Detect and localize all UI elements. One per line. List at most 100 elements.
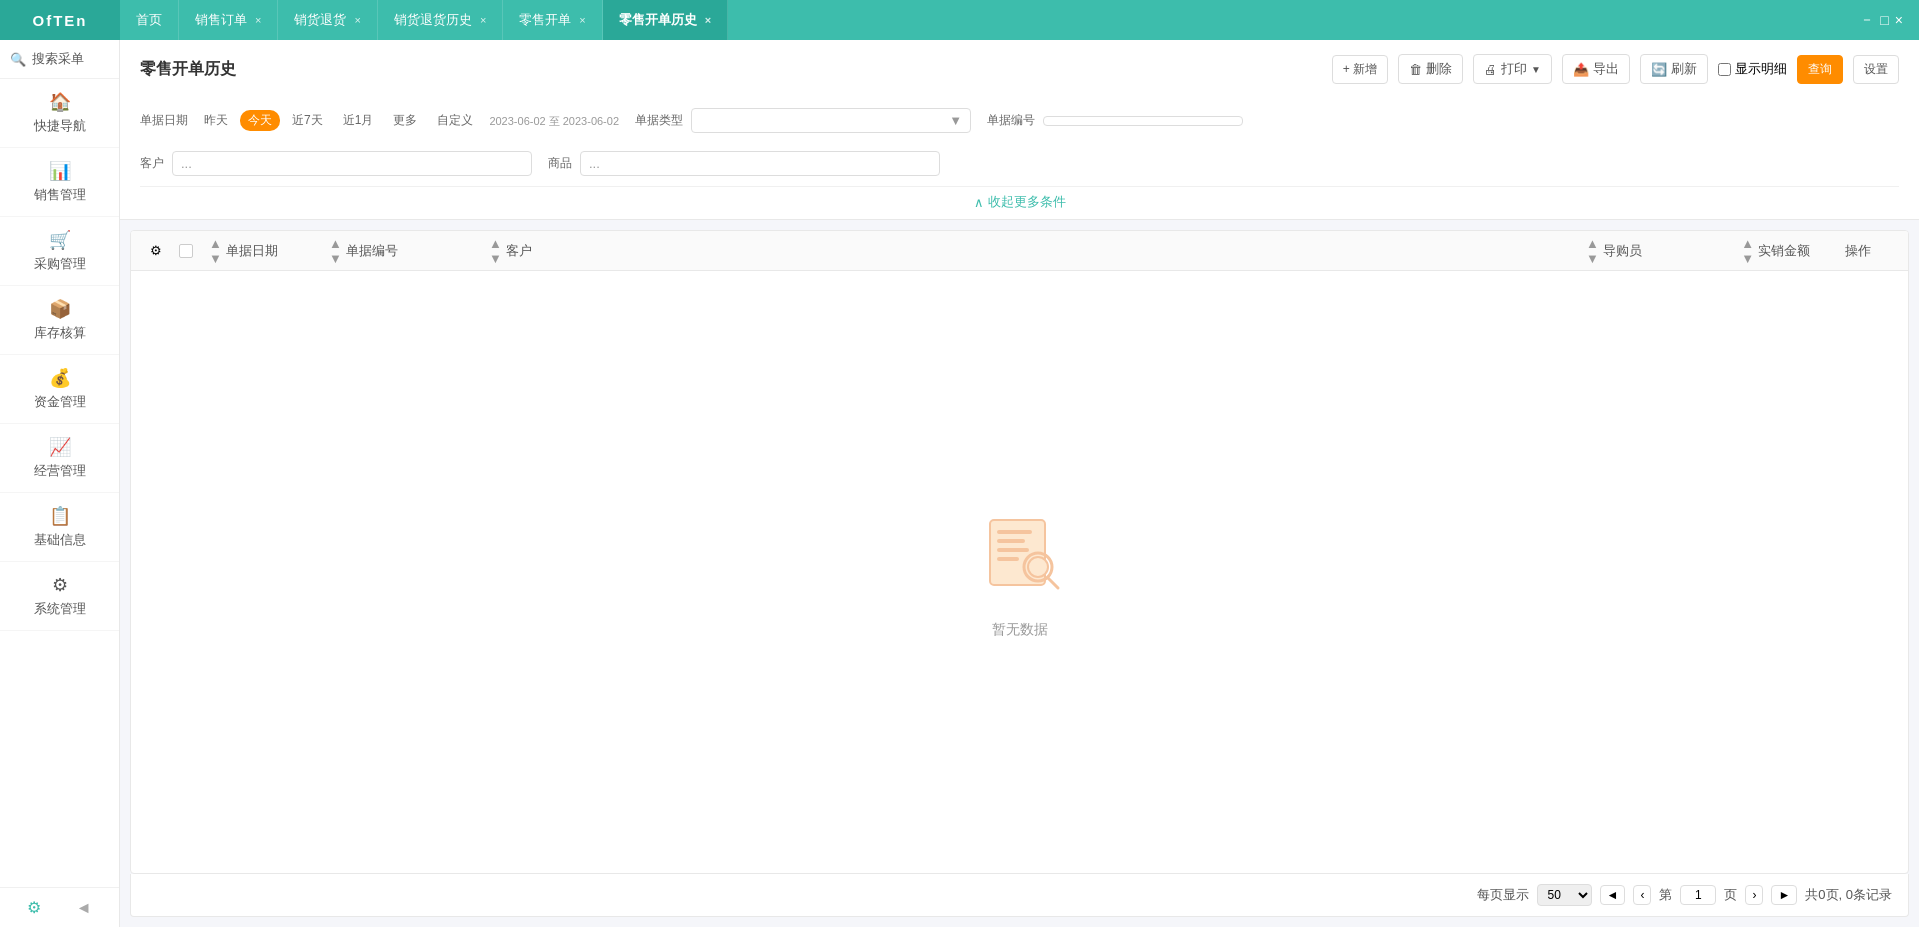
- prev-page-button[interactable]: ‹: [1633, 885, 1651, 905]
- sidebar-item-purchase-mgmt[interactable]: 🛒 采购管理: [0, 217, 119, 286]
- tab-sales-return-history-close[interactable]: ×: [480, 14, 486, 26]
- date-more-tab[interactable]: 更多: [385, 110, 425, 131]
- minimize-button[interactable]: －: [1860, 11, 1874, 29]
- th-date[interactable]: ▲▼ 单据日期: [201, 236, 321, 266]
- inventory-icon: 📦: [49, 298, 71, 320]
- collapse-sidebar-icon[interactable]: ◄: [76, 899, 92, 917]
- close-button[interactable]: ×: [1895, 12, 1903, 28]
- date-filter-label: 单据日期: [140, 112, 188, 129]
- delete-button[interactable]: 🗑 删除: [1398, 54, 1463, 84]
- goods-input[interactable]: ...: [580, 151, 940, 176]
- tab-sales-return-history[interactable]: 销货退货历史 ×: [378, 0, 503, 40]
- date-range-display: 2023-06-02 至 2023-06-02: [489, 114, 619, 129]
- th-amount-label: 实销金额: [1758, 242, 1810, 260]
- empty-state: 暂无数据: [131, 271, 1908, 873]
- svg-rect-1: [997, 530, 1032, 534]
- tab-retail-open-history-close[interactable]: ×: [705, 14, 711, 26]
- refresh-button[interactable]: 🔄 刷新: [1640, 54, 1708, 84]
- sidebar-item-inventory[interactable]: 📦 库存核算: [0, 286, 119, 355]
- sidebar-item-system[interactable]: ⚙ 系统管理: [0, 562, 119, 631]
- date-today-tab[interactable]: 今天: [240, 110, 280, 131]
- sidebar-bottom: ⚙ ◄: [0, 887, 119, 927]
- order-type-select[interactable]: ▼: [691, 108, 971, 133]
- home-icon: 🏠: [49, 91, 71, 113]
- sidebar-item-finance[interactable]: 💰 资金管理: [0, 355, 119, 424]
- tab-home[interactable]: 首页: [120, 0, 179, 40]
- purchase-icon: 🛒: [49, 229, 71, 251]
- table-settings-button[interactable]: ⚙: [141, 243, 171, 258]
- date-yesterday-tab[interactable]: 昨天: [196, 110, 236, 131]
- order-no-filter-group: 单据编号: [987, 112, 1243, 129]
- th-customer[interactable]: ▲▼ 客户: [481, 236, 1578, 266]
- page-header: 零售开单历史 + 新增 🗑 删除 🖨 打印 ▼ 📤 导出: [120, 40, 1919, 220]
- tab-sales-order[interactable]: 销售订单 ×: [179, 0, 278, 40]
- sidebar-item-sales-mgmt[interactable]: 📊 销售管理: [0, 148, 119, 217]
- goods-filter-group: 商品 ...: [548, 151, 940, 176]
- tab-sales-return-label: 销货退货: [294, 11, 346, 29]
- th-action-label: 操作: [1845, 242, 1871, 260]
- th-guide[interactable]: ▲▼ 导购员: [1578, 236, 1698, 266]
- pagination-bar: 每页显示 10 20 50 100 ◄ ‹ 第 页 › ► 共0页, 0条记录: [130, 874, 1909, 917]
- print-icon: 🖨: [1484, 62, 1497, 77]
- settings-filter-button[interactable]: 设置: [1853, 55, 1899, 84]
- date-sort-icon: ▲▼: [209, 236, 222, 266]
- empty-text: 暂无数据: [992, 621, 1048, 639]
- order-type-arrow-icon: ▼: [949, 113, 962, 128]
- print-button[interactable]: 🖨 打印 ▼: [1473, 54, 1552, 84]
- delete-icon: 🗑: [1409, 62, 1422, 77]
- settings-bottom-icon[interactable]: ⚙: [27, 898, 41, 917]
- display-detail-checkbox[interactable]: 显示明细: [1718, 60, 1787, 78]
- export-button[interactable]: 📤 导出: [1562, 54, 1630, 84]
- sidebar-item-system-label: 系统管理: [34, 600, 86, 618]
- customer-placeholder: ...: [181, 156, 192, 171]
- th-action: 操作: [1818, 242, 1898, 260]
- order-no-input[interactable]: [1043, 116, 1243, 126]
- tab-sales-return-close[interactable]: ×: [354, 14, 360, 26]
- last-page-button[interactable]: ►: [1771, 885, 1797, 905]
- display-detail-check[interactable]: [1718, 63, 1731, 76]
- th-amount[interactable]: ▲▼ 实销金额: [1698, 236, 1818, 266]
- tab-sales-return[interactable]: 销货退货 ×: [278, 0, 377, 40]
- tab-retail-open-close[interactable]: ×: [579, 14, 585, 26]
- add-button[interactable]: + 新增: [1332, 55, 1388, 84]
- window-controls: － □ ×: [1860, 11, 1919, 29]
- sidebar: 🔍 搜索采单 🏠 快捷导航 📊 销售管理 🛒 采购管理 📦 库存核算 💰 资金管…: [0, 40, 120, 927]
- customer-label: 客户: [140, 155, 164, 172]
- maximize-button[interactable]: □: [1880, 12, 1888, 28]
- tab-retail-open-history[interactable]: 零售开单历史 ×: [603, 0, 728, 40]
- sidebar-item-base-info[interactable]: 📋 基础信息: [0, 493, 119, 562]
- content-area: 零售开单历史 + 新增 🗑 删除 🖨 打印 ▼ 📤 导出: [120, 40, 1919, 927]
- page-size-select[interactable]: 10 20 50 100: [1537, 884, 1592, 906]
- query-button[interactable]: 查询: [1797, 55, 1843, 84]
- sidebar-item-quick-nav[interactable]: 🏠 快捷导航: [0, 79, 119, 148]
- page-suffix: 页: [1724, 886, 1737, 904]
- next-page-button[interactable]: ›: [1745, 885, 1763, 905]
- sidebar-item-operations[interactable]: 📈 经营管理: [0, 424, 119, 493]
- collapse-bar[interactable]: ∧ 收起更多条件: [140, 186, 1899, 219]
- date-tabs: 昨天 今天 近7天 近1月 更多 自定义: [196, 110, 481, 131]
- sidebar-search-label: 搜索采单: [32, 50, 84, 68]
- filters-row-1: 单据日期 昨天 今天 近7天 近1月 更多 自定义 2023-06-02 至 2…: [140, 98, 1899, 143]
- sidebar-item-base-info-label: 基础信息: [34, 531, 86, 549]
- page-title: 零售开单历史: [140, 59, 236, 80]
- tab-sales-order-close[interactable]: ×: [255, 14, 261, 26]
- goods-placeholder: ...: [589, 156, 600, 171]
- export-icon: 📤: [1573, 62, 1589, 77]
- table-select-all[interactable]: [171, 244, 201, 258]
- date-7days-tab[interactable]: 近7天: [284, 110, 331, 131]
- goods-label: 商品: [548, 155, 572, 172]
- sidebar-search[interactable]: 🔍 搜索采单: [0, 40, 119, 79]
- page-label: 第: [1659, 886, 1672, 904]
- export-label: 导出: [1593, 60, 1619, 78]
- sidebar-item-quick-nav-label: 快捷导航: [34, 117, 86, 135]
- date-custom-tab[interactable]: 自定义: [429, 110, 481, 131]
- th-order-no[interactable]: ▲▼ 单据编号: [321, 236, 481, 266]
- customer-input[interactable]: ...: [172, 151, 532, 176]
- select-all-checkbox[interactable]: [179, 244, 193, 258]
- guide-sort-icon: ▲▼: [1586, 236, 1599, 266]
- page-number-input[interactable]: [1680, 885, 1716, 905]
- tab-retail-open[interactable]: 零售开单 ×: [503, 0, 602, 40]
- first-page-button[interactable]: ◄: [1600, 885, 1626, 905]
- svg-line-7: [1048, 578, 1058, 588]
- date-1month-tab[interactable]: 近1月: [335, 110, 382, 131]
